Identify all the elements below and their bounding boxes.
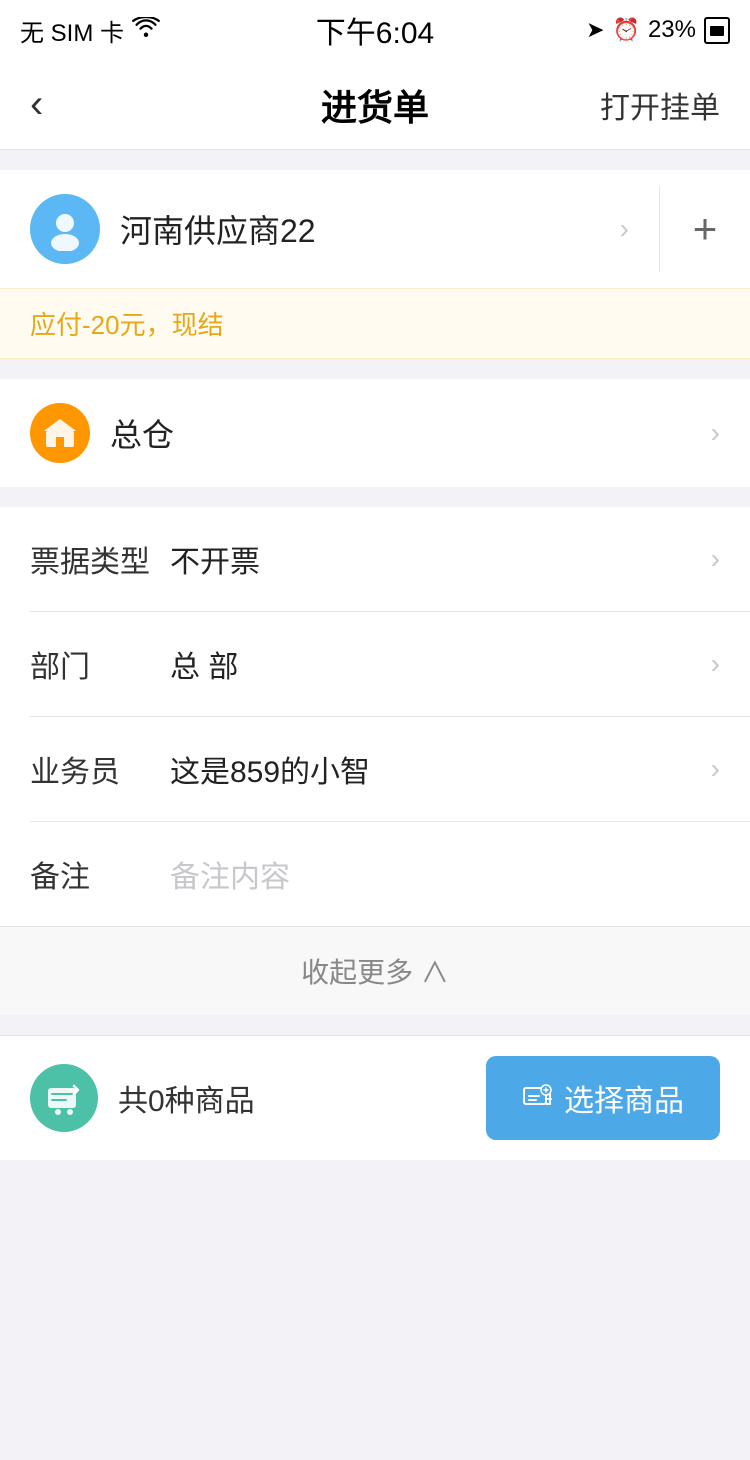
page-background	[0, 1160, 750, 1460]
supplier-row[interactable]: 河南供应商22 ›	[0, 170, 659, 288]
nav-title: 进货单	[321, 79, 429, 131]
warehouse-chevron-icon: ›	[711, 417, 720, 449]
remark-row[interactable]: 备注 备注内容	[0, 822, 750, 926]
department-chevron-icon: ›	[711, 648, 720, 680]
salesperson-row[interactable]: 业务员 这是859的小智 ›	[0, 717, 750, 821]
status-bar: 无 SIM 卡 下午6:04 ➤ ⏰ 23%	[0, 0, 750, 60]
salesperson-label: 业务员	[30, 747, 170, 791]
invoice-type-value: 不开票	[170, 537, 711, 581]
section-gap-1	[0, 150, 750, 170]
salesperson-chevron-icon: ›	[711, 753, 720, 785]
remark-label: 备注	[30, 852, 170, 896]
collapse-row[interactable]: 收起更多 ∧	[0, 926, 750, 1015]
collapse-label: 收起更多 ∧	[301, 951, 449, 991]
wifi-icon	[132, 16, 160, 44]
select-product-icon	[522, 1084, 554, 1112]
status-right: ➤ ⏰ 23%	[586, 16, 730, 44]
bottom-bar: 共0种商品 选择商品	[0, 1035, 750, 1160]
department-value: 总 部	[170, 642, 711, 686]
back-button[interactable]: ‹	[30, 82, 43, 127]
carrier-text: 无 SIM 卡	[20, 13, 124, 48]
clock-icon: ⏰	[613, 17, 640, 43]
product-count-label: 共0种商品	[118, 1076, 466, 1120]
invoice-type-chevron-icon: ›	[711, 543, 720, 575]
remark-input[interactable]: 备注内容	[170, 852, 720, 896]
status-left: 无 SIM 卡	[20, 13, 160, 48]
department-row[interactable]: 部门 总 部 ›	[0, 612, 750, 716]
select-product-label: 选择商品	[564, 1076, 684, 1120]
supplier-avatar	[30, 194, 100, 264]
salesperson-value: 这是859的小智	[170, 747, 711, 791]
supplier-name: 河南供应商22	[120, 206, 600, 252]
warehouse-icon	[30, 403, 90, 463]
notice-text: 应付-20元，现结	[30, 310, 224, 340]
notice-banner: 应付-20元，现结	[0, 288, 750, 359]
invoice-type-label: 票据类型	[30, 537, 170, 581]
battery-text: 23%	[648, 16, 696, 44]
supplier-chevron-icon: ›	[620, 213, 629, 245]
cart-icon	[30, 1064, 98, 1132]
department-label: 部门	[30, 642, 170, 686]
warehouse-name: 总仓	[110, 410, 691, 456]
nav-bar: ‹ 进货单 打开挂单	[0, 60, 750, 150]
supplier-section: 河南供应商22 › +	[0, 170, 750, 288]
select-product-button[interactable]: 选择商品	[486, 1056, 720, 1140]
status-time: 下午6:04	[316, 8, 434, 52]
warehouse-row[interactable]: 总仓 ›	[0, 379, 750, 487]
open-pending-button[interactable]: 打开挂单	[600, 83, 720, 127]
form-section: 票据类型 不开票 › 部门 总 部 › 业务员 这是859的小智 › 备注 备注…	[0, 507, 750, 926]
location-icon: ➤	[586, 17, 604, 43]
battery-icon	[704, 17, 730, 44]
add-supplier-button[interactable]: +	[660, 170, 750, 288]
invoice-type-row[interactable]: 票据类型 不开票 ›	[0, 507, 750, 611]
